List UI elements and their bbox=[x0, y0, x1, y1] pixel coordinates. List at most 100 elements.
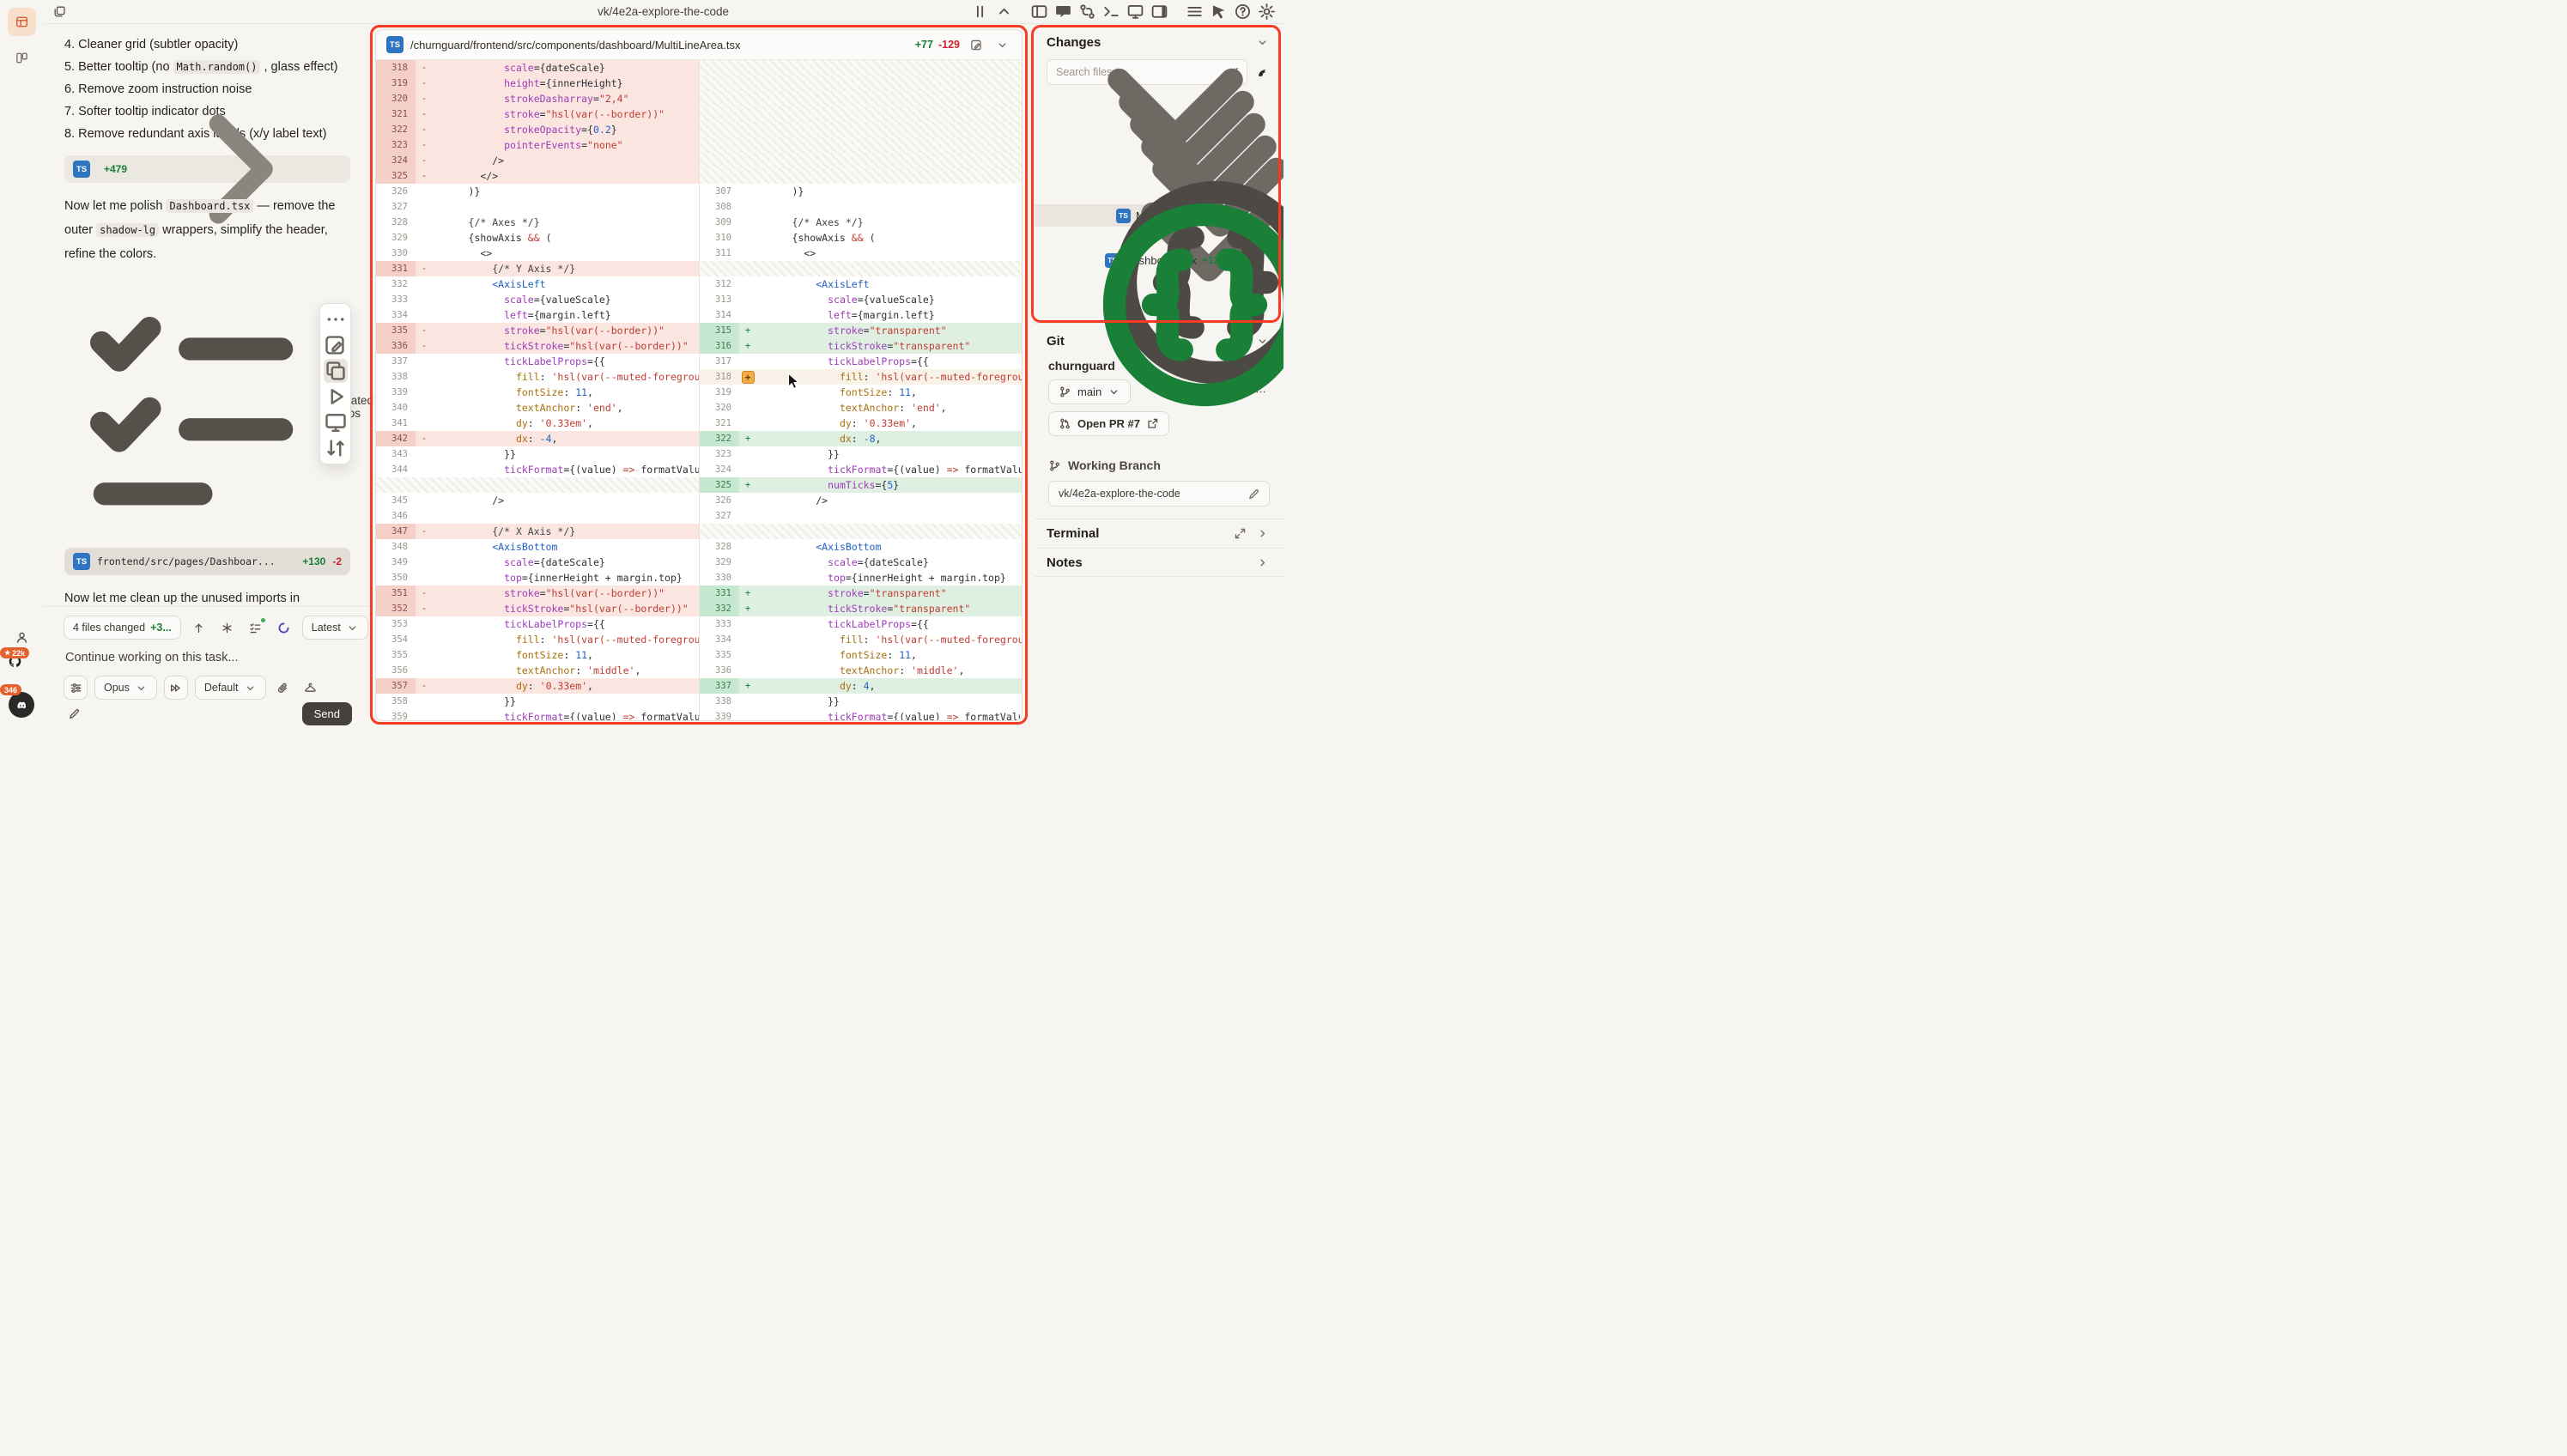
diff-line[interactable]: 336 textAnchor: 'middle', bbox=[700, 663, 1022, 678]
diff-line[interactable]: 328 <AxisBottom bbox=[700, 539, 1022, 555]
collapse-git-icon[interactable] bbox=[1253, 331, 1271, 350]
copy-icon[interactable] bbox=[324, 359, 348, 383]
send-button[interactable]: Send bbox=[302, 702, 352, 725]
diff-line[interactable]: 323- pointerEvents="none" bbox=[376, 137, 699, 153]
diff-line[interactable]: 330 top={innerHeight + margin.top} bbox=[700, 570, 1022, 585]
diff-line[interactable]: 348 <AxisBottom bbox=[376, 539, 699, 555]
tree-item-package-lock.json[interactable]: package-lock.json+6 bbox=[1035, 294, 1284, 316]
preview-icon[interactable] bbox=[324, 410, 348, 434]
diff-line[interactable]: 319 fontSize: 11, bbox=[700, 385, 1022, 400]
diff-line[interactable]: 324 tickFormat={(value) => formatValue(v… bbox=[700, 462, 1022, 477]
model-dropdown[interactable]: Opus bbox=[94, 676, 157, 700]
diff-line[interactable]: 320 textAnchor: 'end', bbox=[700, 400, 1022, 416]
diff-line[interactable]: 332 <AxisLeft bbox=[376, 276, 699, 292]
monitor-icon[interactable] bbox=[1126, 3, 1144, 21]
diff-line[interactable]: 315+ stroke="transparent" bbox=[700, 323, 1022, 338]
diff-line[interactable]: 336- tickStroke="hsl(var(--border))" bbox=[376, 338, 699, 354]
diff-line[interactable]: 321 dy: '0.33em', bbox=[700, 416, 1022, 431]
diff-line[interactable]: 334 fill: 'hsl(var(--muted-foreground))'… bbox=[700, 632, 1022, 647]
diff-line[interactable]: 339 fontSize: 11, bbox=[376, 385, 699, 400]
diff-line[interactable]: 334 left={margin.left} bbox=[376, 307, 699, 323]
diff-line[interactable]: 326 )} bbox=[376, 184, 699, 199]
diff-line[interactable]: 327 bbox=[700, 508, 1022, 524]
panel-right-icon[interactable] bbox=[1150, 3, 1168, 21]
github-button[interactable]: ★22k bbox=[9, 655, 34, 681]
diff-line[interactable]: 343 }} bbox=[376, 446, 699, 462]
diff-line[interactable]: 323 }} bbox=[700, 446, 1022, 462]
diff-line[interactable]: 317 tickLabelProps={{ bbox=[700, 354, 1022, 369]
diff-line[interactable]: 338 }} bbox=[700, 694, 1022, 709]
diff-line[interactable]: 333 tickLabelProps={{ bbox=[700, 616, 1022, 632]
spark-button[interactable] bbox=[217, 617, 238, 638]
diff-line[interactable]: 326 /> bbox=[700, 493, 1022, 508]
diff-line[interactable]: 340 textAnchor: 'end', bbox=[376, 400, 699, 416]
files-changed-chip[interactable]: 4 files changed+3... bbox=[64, 616, 181, 640]
working-branch-field[interactable]: vk/4e2a-explore-the-code bbox=[1048, 481, 1270, 507]
diff-line[interactable]: 353 tickLabelProps={{ bbox=[376, 616, 699, 632]
annotate-icon[interactable] bbox=[967, 35, 986, 54]
diff-line[interactable]: 331- {/* Y Axis */} bbox=[376, 261, 699, 276]
mode-dropdown[interactable]: Default bbox=[195, 676, 266, 700]
diff-line[interactable]: 351- stroke="hsl(var(--border))" bbox=[376, 585, 699, 601]
chevron-right-icon[interactable] bbox=[1253, 553, 1271, 572]
git-more-button[interactable] bbox=[1251, 383, 1270, 402]
diff-line[interactable]: 333 scale={valueScale} bbox=[376, 292, 699, 307]
collapse-diff-icon[interactable] bbox=[992, 35, 1011, 54]
chat-bubble-icon[interactable] bbox=[1054, 3, 1072, 21]
settings-icon[interactable] bbox=[1258, 3, 1276, 21]
diff-line[interactable]: 318- scale={dateScale} bbox=[376, 60, 699, 76]
todos-button[interactable] bbox=[246, 617, 266, 638]
scroll-top-button[interactable] bbox=[189, 617, 209, 638]
diff-line[interactable]: 358 }} bbox=[376, 694, 699, 709]
diff-line[interactable]: 324- /> bbox=[376, 153, 699, 168]
diff-line[interactable]: 335- stroke="hsl(var(--border))" bbox=[376, 323, 699, 338]
prompt-hanger-button[interactable] bbox=[300, 677, 321, 698]
discord-button[interactable]: 346 bbox=[9, 692, 34, 718]
git-compare-icon[interactable] bbox=[1078, 3, 1096, 21]
settings-sliders-button[interactable] bbox=[64, 676, 88, 700]
latest-dropdown[interactable]: Latest bbox=[302, 616, 368, 640]
edit-branch-icon[interactable] bbox=[1244, 484, 1263, 503]
file-change-chip[interactable]: TSfrontend/src/components/dashboa...+479 bbox=[64, 155, 350, 183]
file-change-chip[interactable]: TSfrontend/src/pages/Dashboar...+130-2 bbox=[64, 548, 350, 575]
todo-update-row[interactable]: Updated Todos bbox=[64, 278, 350, 536]
diff-line[interactable]: 335 fontSize: 11, bbox=[700, 647, 1022, 663]
attach-button[interactable] bbox=[273, 677, 294, 698]
compare-icon[interactable] bbox=[324, 436, 348, 460]
diff-line[interactable]: 354 fill: 'hsl(var(--muted-foreground))'… bbox=[376, 632, 699, 647]
diff-line[interactable]: 350 top={innerHeight + margin.top} bbox=[376, 570, 699, 585]
diff-line[interactable]: 349 scale={dateScale} bbox=[376, 555, 699, 570]
diff-line[interactable]: 337+ dy: 4, bbox=[700, 678, 1022, 694]
diff-line[interactable]: 332+ tickStroke="transparent" bbox=[700, 601, 1022, 616]
run-icon[interactable] bbox=[324, 385, 348, 409]
diff-line[interactable]: 325- </> bbox=[376, 168, 699, 184]
diff-line[interactable]: 359 tickFormat={(value) => formatValue(v… bbox=[376, 709, 699, 720]
fast-forward-button[interactable] bbox=[164, 676, 188, 700]
help-icon[interactable] bbox=[1234, 3, 1252, 21]
diff-line[interactable]: 341 dy: '0.33em', bbox=[376, 416, 699, 431]
diff-line[interactable]: 322- strokeOpacity={0.2} bbox=[376, 122, 699, 137]
diff-line[interactable]: 309 {/* Axes */} bbox=[700, 215, 1022, 230]
workspace-tab[interactable] bbox=[8, 8, 36, 36]
expand-terminal-icon[interactable] bbox=[1230, 525, 1249, 543]
menu-icon[interactable] bbox=[1186, 3, 1204, 21]
draft-edit-button[interactable] bbox=[64, 704, 84, 725]
pause-icon[interactable] bbox=[971, 3, 989, 21]
diff-line[interactable]: 320- strokeDasharray="2,4" bbox=[376, 91, 699, 106]
diff-line[interactable]: 337 tickLabelProps={{ bbox=[376, 354, 699, 369]
diff-line[interactable]: 308 bbox=[700, 199, 1022, 215]
annotate-icon[interactable] bbox=[324, 333, 348, 357]
diff-line[interactable]: 330 <> bbox=[376, 246, 699, 261]
account-button[interactable] bbox=[15, 631, 28, 644]
diff-line[interactable]: 322+ dx: -8, bbox=[700, 431, 1022, 446]
boards-tab[interactable] bbox=[8, 44, 36, 72]
diff-line[interactable]: 345 /> bbox=[376, 493, 699, 508]
diff-line[interactable]: 355 fontSize: 11, bbox=[376, 647, 699, 663]
diff-line[interactable]: 356 textAnchor: 'middle', bbox=[376, 663, 699, 678]
diff-line[interactable]: 319- height={innerHeight} bbox=[376, 76, 699, 91]
chat-input[interactable]: Continue working on this task... bbox=[65, 651, 350, 664]
panel-left-icon[interactable] bbox=[1030, 3, 1048, 21]
terminal-section[interactable]: Terminal bbox=[1035, 519, 1284, 548]
diff-line[interactable]: 311 <> bbox=[700, 246, 1022, 261]
diff-line[interactable]: 313 scale={valueScale} bbox=[700, 292, 1022, 307]
